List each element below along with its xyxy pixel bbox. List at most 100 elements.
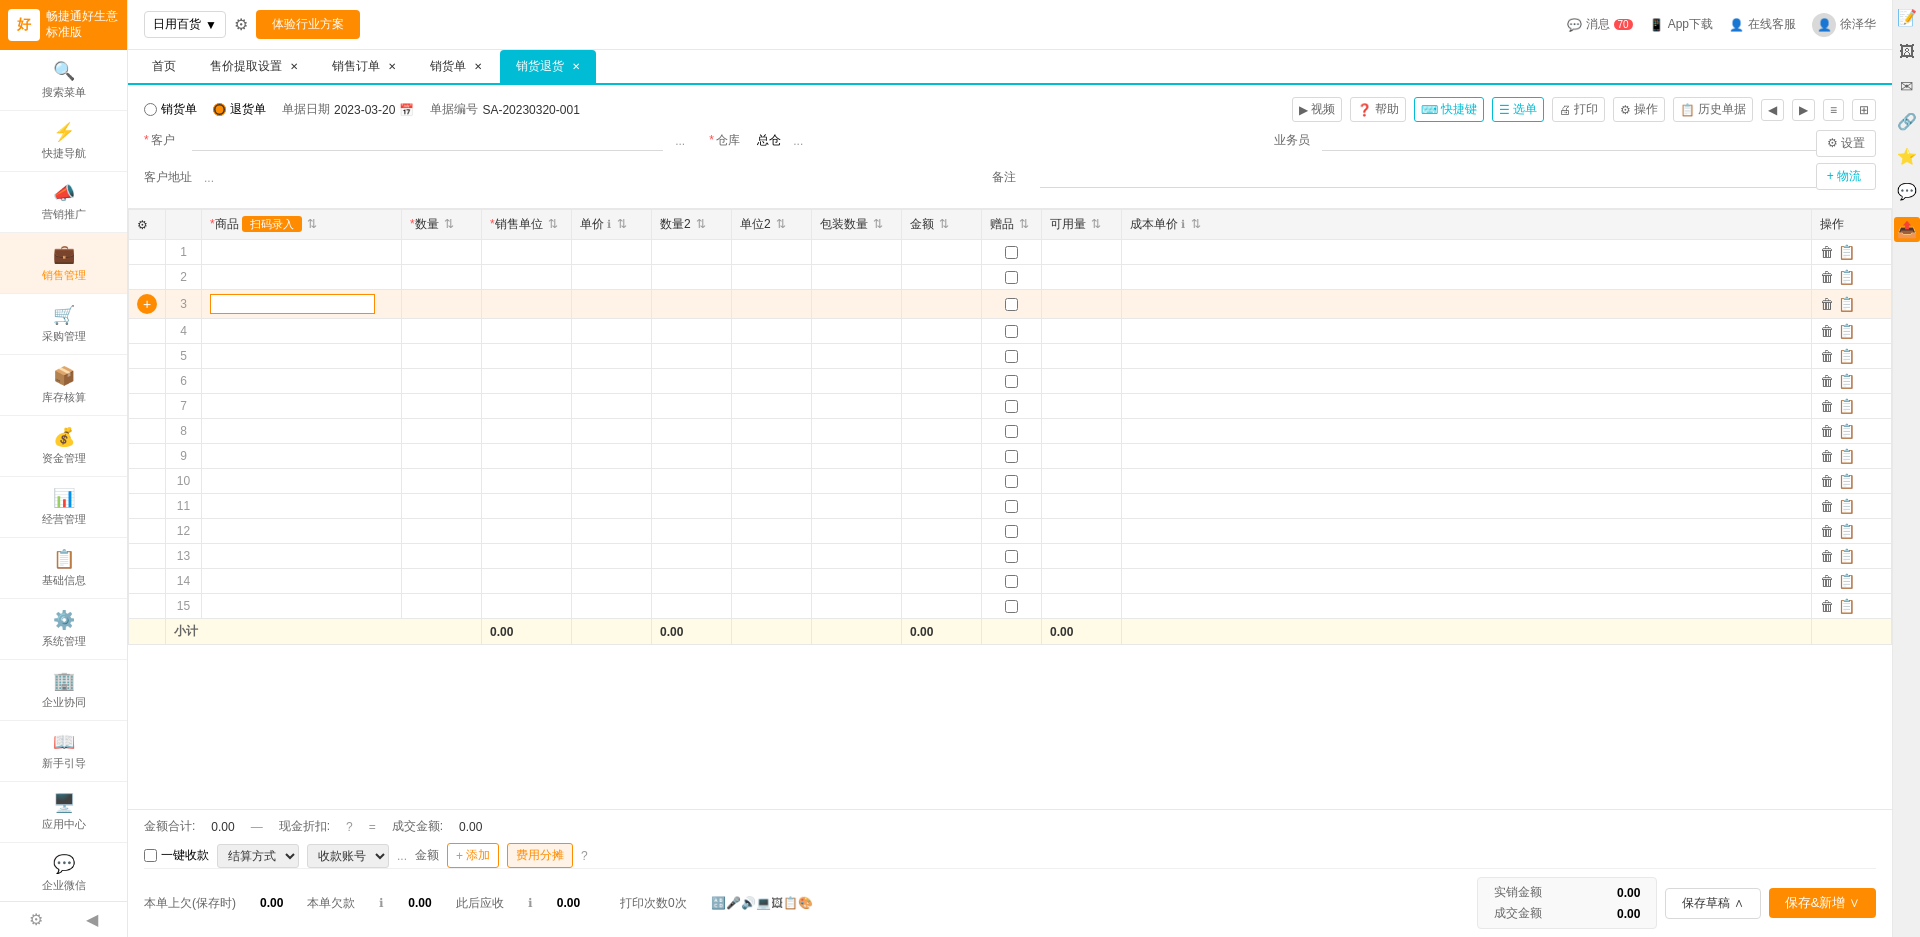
row-cost-4[interactable] [1122,319,1812,344]
row-unit2-4[interactable] [732,319,812,344]
help-btn[interactable]: ❓ 帮助 [1350,97,1406,122]
fee-help-icon[interactable]: ? [581,849,588,863]
row-amount-14[interactable] [902,569,982,594]
photo-icon[interactable]: 🖼 [1899,43,1915,61]
row-unit2-3[interactable] [732,290,812,319]
row-cost-6[interactable] [1122,369,1812,394]
row-price-12[interactable] [572,519,652,544]
calc-method-select[interactable]: 结算方式 [217,844,299,868]
sort-cost-icon[interactable]: ⇅ [1191,217,1201,231]
row-unit-15[interactable] [482,594,572,619]
setting-btn[interactable]: ⚙ 设置 [1816,130,1876,157]
copy-btn-9[interactable]: 📋 [1838,448,1855,464]
row-unit-1[interactable] [482,240,572,265]
upload-icon[interactable]: 📤 [1894,217,1920,242]
row-packqty-7[interactable] [812,394,902,419]
row-qty-2[interactable] [402,265,482,290]
row-product-13[interactable] [202,544,402,569]
shortcut-btn[interactable]: ⌨ 快捷键 [1414,97,1484,122]
row-qty2-8[interactable] [652,419,732,444]
select-btn[interactable]: ☰ 选单 [1492,97,1544,122]
row-gear-8[interactable] [129,419,166,444]
copy-btn-3[interactable]: 📋 [1838,296,1855,312]
delete-btn-7[interactable]: 🗑 [1820,398,1834,414]
row-qty-8[interactable] [402,419,482,444]
tab-home[interactable]: 首页 [136,50,192,83]
radio-return-input[interactable] [213,103,226,116]
copy-btn-11[interactable]: 📋 [1838,498,1855,514]
row-packqty-9[interactable] [812,444,902,469]
row-qty-7[interactable] [402,394,482,419]
gift-checkbox-2[interactable] [1005,271,1018,284]
row-price-15[interactable] [572,594,652,619]
row-unit2-2[interactable] [732,265,812,290]
row-cost-14[interactable] [1122,569,1812,594]
row-avail-13[interactable] [1042,544,1122,569]
sidebar-item-appstore[interactable]: 🖥️ 应用中心 [0,782,127,843]
sidebar-item-search[interactable]: 🔍 搜索菜单 [0,50,127,111]
gift-checkbox-13[interactable] [1005,550,1018,563]
customer-input[interactable] [192,130,663,151]
row-qty-11[interactable] [402,494,482,519]
row-cost-3[interactable] [1122,290,1812,319]
add-fee-btn[interactable]: + 添加 [447,843,499,868]
delete-btn-8[interactable]: 🗑 [1820,423,1834,439]
row-avail-14[interactable] [1042,569,1122,594]
row-cost-15[interactable] [1122,594,1812,619]
row-gift-10[interactable] [982,469,1042,494]
row-product-12[interactable] [202,519,402,544]
operate-btn[interactable]: ⚙ 操作 [1613,97,1665,122]
row-avail-5[interactable] [1042,344,1122,369]
row-qty-1[interactable] [402,240,482,265]
account-select[interactable]: 收款账号 [307,844,389,868]
row-gear-13[interactable] [129,544,166,569]
row-qty2-2[interactable] [652,265,732,290]
product-input-3[interactable] [210,294,375,314]
save-draft-btn[interactable]: 保存草稿 ∧ [1665,888,1760,919]
row-qty2-14[interactable] [652,569,732,594]
row-qty2-10[interactable] [652,469,732,494]
row-unit-5[interactable] [482,344,572,369]
row-qty2-11[interactable] [652,494,732,519]
row-unit-14[interactable] [482,569,572,594]
row-amount-7[interactable] [902,394,982,419]
row-cost-5[interactable] [1122,344,1812,369]
next-btn[interactable]: ▶ [1792,99,1815,121]
row-unit2-9[interactable] [732,444,812,469]
trial-btn[interactable]: 体验行业方案 [256,10,360,39]
row-packqty-15[interactable] [812,594,902,619]
row-price-13[interactable] [572,544,652,569]
row-cost-12[interactable] [1122,519,1812,544]
sort-gift-icon[interactable]: ⇅ [1019,217,1029,231]
row-packqty-1[interactable] [812,240,902,265]
row-amount-10[interactable] [902,469,982,494]
row-cost-1[interactable] [1122,240,1812,265]
warehouse-dots[interactable]: ... [793,134,803,148]
row-gear-4[interactable] [129,319,166,344]
row-gift-13[interactable] [982,544,1042,569]
row-gear-1[interactable] [129,240,166,265]
delete-btn-5[interactable]: 🗑 [1820,348,1834,364]
row-qty-14[interactable] [402,569,482,594]
delete-btn-9[interactable]: 🗑 [1820,448,1834,464]
row-packqty-13[interactable] [812,544,902,569]
message-btn[interactable]: 💬 消息 70 [1567,16,1633,33]
row-product-15[interactable] [202,594,402,619]
prev-btn[interactable]: ◀ [1761,99,1784,121]
row-gift-15[interactable] [982,594,1042,619]
row-qty-6[interactable] [402,369,482,394]
address-dots[interactable]: ... [204,171,214,185]
row-cost-7[interactable] [1122,394,1812,419]
row-avail-8[interactable] [1042,419,1122,444]
row-gear-7[interactable] [129,394,166,419]
row-product-9[interactable] [202,444,402,469]
account-dots[interactable]: ... [397,849,407,863]
row-gift-6[interactable] [982,369,1042,394]
row-amount-8[interactable] [902,419,982,444]
row-packqty-8[interactable] [812,419,902,444]
row-gear-9[interactable] [129,444,166,469]
settings-icon[interactable]: ⚙ [29,910,43,929]
row-product-7[interactable] [202,394,402,419]
gear-icon[interactable]: ⚙ [137,218,148,232]
owe2-tip[interactable]: ℹ [379,896,384,910]
